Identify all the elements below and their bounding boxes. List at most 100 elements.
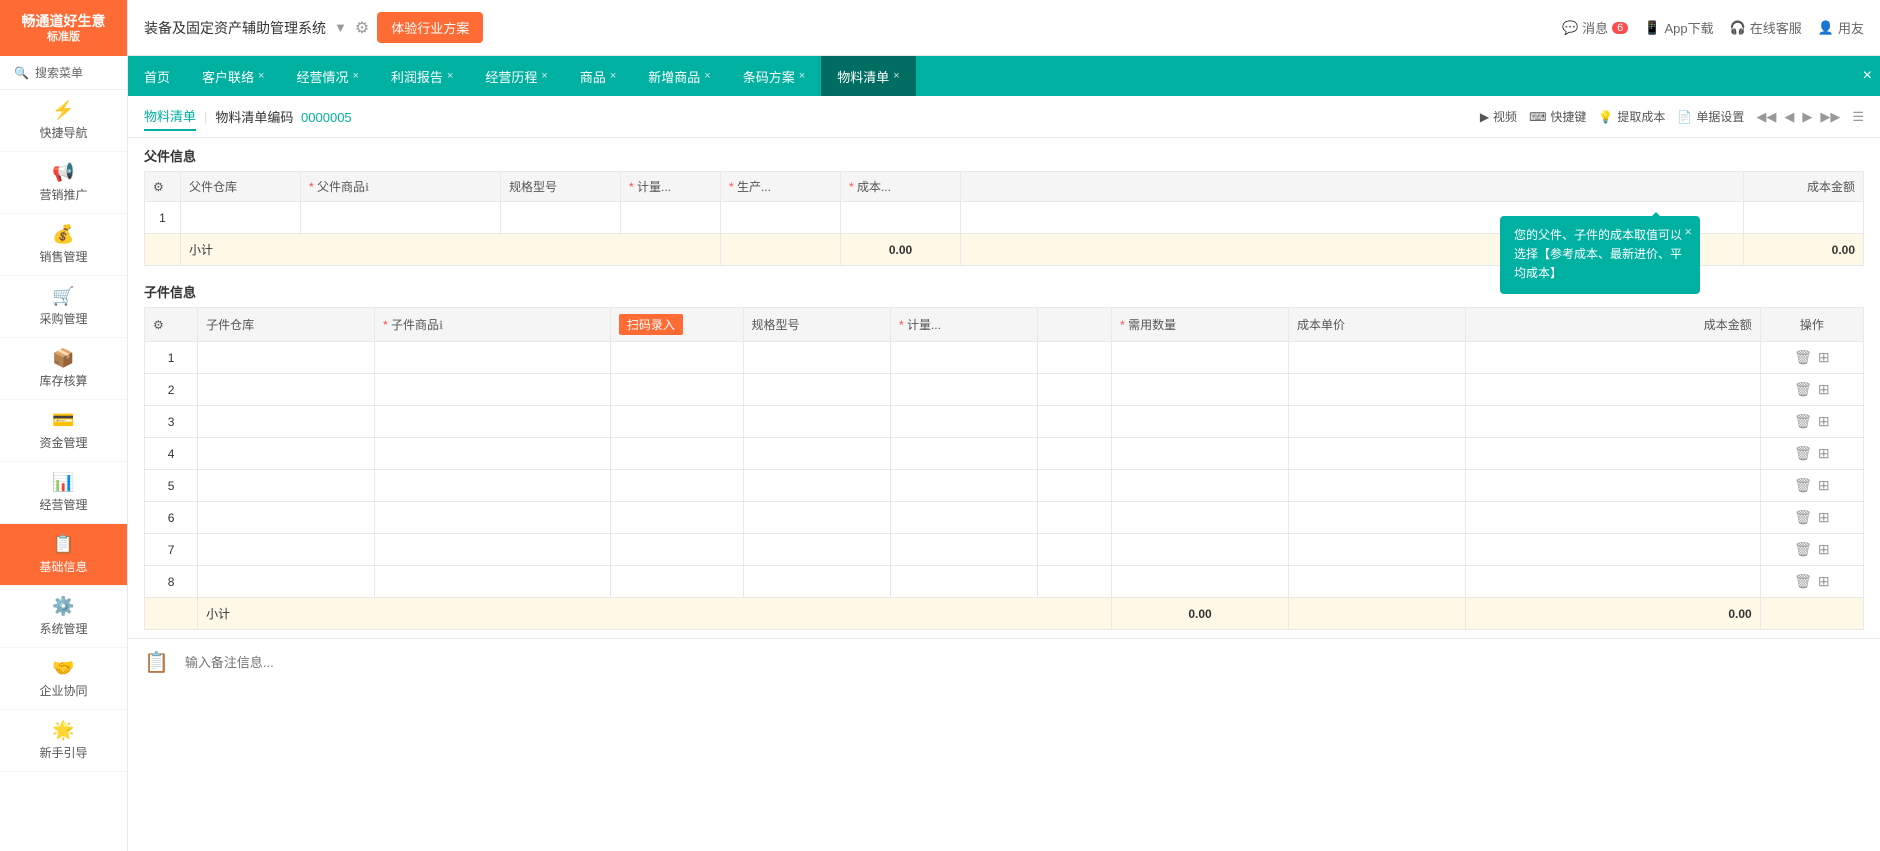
copy-icon-3[interactable]: ⊞ (1818, 413, 1830, 430)
tab-new-product[interactable]: 新增商品 × (632, 56, 726, 96)
delete-icon-2[interactable]: 🗑 (1794, 381, 1812, 398)
sidebar-item-quick-nav[interactable]: ⚡ 快捷导航 (0, 90, 127, 152)
tooltip-close-btn[interactable]: × (1684, 222, 1692, 243)
nav-next-icon[interactable]: ▶ (1802, 109, 1812, 125)
sidebar-item-sales[interactable]: 💰 销售管理 (0, 214, 127, 276)
sidebar-item-inventory[interactable]: 📦 库存核算 (0, 338, 127, 400)
child-row-5-product[interactable] (374, 470, 610, 502)
dropdown-icon[interactable]: ▼ (334, 20, 347, 35)
message-button[interactable]: 💬 消息 6 (1562, 18, 1628, 37)
child-row-2-warehouse[interactable] (198, 374, 375, 406)
view-mode-icons[interactable]: ☰ (1852, 109, 1864, 125)
sidebar-item-operation[interactable]: 📊 经营管理 (0, 462, 127, 524)
child-row-5-quantity[interactable] (1112, 470, 1289, 502)
child-row-3-spec[interactable] (743, 406, 890, 438)
parent-row-1-warehouse[interactable] (181, 202, 301, 234)
delete-icon-3[interactable]: 🗑 (1794, 413, 1812, 430)
sidebar-item-system[interactable]: ⚙️ 系统管理 (0, 586, 127, 648)
tab-history[interactable]: 经营历程 × (469, 56, 563, 96)
sub-tab-code[interactable]: 物料清单编码 0000005 (215, 103, 351, 130)
child-row-4-spec[interactable] (743, 438, 890, 470)
copy-icon-1[interactable]: ⊞ (1818, 349, 1830, 366)
single-settings-button[interactable]: 📄 单据设置 (1677, 108, 1744, 125)
child-row-2-product[interactable] (374, 374, 610, 406)
child-row-7-measure[interactable] (890, 534, 1037, 566)
tab-operation[interactable]: 经营情况 × (280, 56, 374, 96)
child-row-1-product[interactable] (374, 342, 610, 374)
child-row-1-spec[interactable] (743, 342, 890, 374)
child-row-6-quantity[interactable] (1112, 502, 1289, 534)
parent-row-1-product[interactable] (301, 202, 501, 234)
delete-icon-6[interactable]: 🗑 (1794, 509, 1812, 526)
child-row-6-measure[interactable] (890, 502, 1037, 534)
child-row-3-quantity[interactable] (1112, 406, 1289, 438)
child-col-settings[interactable]: ⚙ (145, 308, 198, 342)
child-row-4-unit-cost[interactable] (1288, 438, 1465, 470)
child-row-2-measure[interactable] (890, 374, 1037, 406)
sidebar-item-marketing[interactable]: 📢 营销推广 (0, 152, 127, 214)
child-row-7-quantity[interactable] (1112, 534, 1289, 566)
child-row-3-product[interactable] (374, 406, 610, 438)
child-row-3-measure[interactable] (890, 406, 1037, 438)
child-row-7-product[interactable] (374, 534, 610, 566)
shortcut-button[interactable]: ⌨ 快捷键 (1529, 108, 1586, 125)
sidebar-item-finance[interactable]: 💳 资金管理 (0, 400, 127, 462)
copy-icon-2[interactable]: ⊞ (1818, 381, 1830, 398)
child-row-6-spec[interactable] (743, 502, 890, 534)
try-button[interactable]: 体验行业方案 (377, 12, 483, 43)
child-row-8-quantity[interactable] (1112, 566, 1289, 598)
child-row-7-warehouse[interactable] (198, 534, 375, 566)
parent-row-1-produce[interactable] (721, 202, 841, 234)
child-row-5-spec[interactable] (743, 470, 890, 502)
sidebar-item-purchase[interactable]: 🛒 采购管理 (0, 276, 127, 338)
extract-cost-button[interactable]: 💡 提取成本 (1598, 108, 1665, 125)
child-row-8-product[interactable] (374, 566, 610, 598)
tab-history-close[interactable]: × (541, 70, 547, 82)
parent-row-1-cost[interactable] (841, 202, 961, 234)
delete-icon-7[interactable]: 🗑 (1794, 541, 1812, 558)
child-row-5-measure[interactable] (890, 470, 1037, 502)
child-row-2-spec[interactable] (743, 374, 890, 406)
child-col-scan[interactable]: 扫码录入 (610, 308, 743, 342)
child-row-8-unit-cost[interactable] (1288, 566, 1465, 598)
delete-icon-4[interactable]: 🗑 (1794, 445, 1812, 462)
child-row-7-unit-cost[interactable] (1288, 534, 1465, 566)
sidebar-item-enterprise[interactable]: 🤝 企业协同 (0, 648, 127, 710)
child-row-2-unit-cost[interactable] (1288, 374, 1465, 406)
tab-customer[interactable]: 客户联络 × (186, 56, 280, 96)
delete-icon-1[interactable]: 🗑 (1794, 349, 1812, 366)
tab-bom-close[interactable]: × (893, 70, 899, 82)
parent-col-settings[interactable]: ⚙ (145, 172, 181, 202)
child-row-1-warehouse[interactable] (198, 342, 375, 374)
tab-barcode[interactable]: 条码方案 × (727, 56, 821, 96)
tab-new-product-close[interactable]: × (704, 70, 710, 82)
delete-icon-8[interactable]: 🗑 (1794, 573, 1812, 590)
scan-button[interactable]: 扫码录入 (619, 314, 683, 335)
tab-product-close[interactable]: × (610, 70, 616, 82)
child-row-6-warehouse[interactable] (198, 502, 375, 534)
sidebar-item-search[interactable]: 🔍 搜索菜单 (0, 56, 127, 90)
nav-prev-icon[interactable]: ◀ (1784, 109, 1794, 125)
copy-icon-8[interactable]: ⊞ (1818, 573, 1830, 590)
child-row-5-warehouse[interactable] (198, 470, 375, 502)
parent-row-1-measure[interactable] (621, 202, 721, 234)
tab-customer-close[interactable]: × (258, 70, 264, 82)
nav-prev2-icon[interactable]: ◀◀ (1756, 109, 1776, 125)
view-button[interactable]: ▶ 视频 (1480, 108, 1517, 125)
close-all-button[interactable]: × (1863, 67, 1872, 85)
parent-row-1-spec[interactable] (501, 202, 621, 234)
child-row-2-quantity[interactable] (1112, 374, 1289, 406)
note-input[interactable] (185, 655, 1864, 670)
child-row-4-warehouse[interactable] (198, 438, 375, 470)
sub-tab-bom[interactable]: 物料清单 (144, 102, 196, 131)
child-row-8-spec[interactable] (743, 566, 890, 598)
child-row-1-unit-cost[interactable] (1288, 342, 1465, 374)
child-row-8-warehouse[interactable] (198, 566, 375, 598)
user-button[interactable]: 👤 用友 (1818, 18, 1864, 37)
copy-icon-5[interactable]: ⊞ (1818, 477, 1830, 494)
child-row-8-measure[interactable] (890, 566, 1037, 598)
child-row-6-product[interactable] (374, 502, 610, 534)
tab-product[interactable]: 商品 × (564, 56, 632, 96)
tab-home[interactable]: 首页 (128, 56, 186, 96)
child-row-4-quantity[interactable] (1112, 438, 1289, 470)
